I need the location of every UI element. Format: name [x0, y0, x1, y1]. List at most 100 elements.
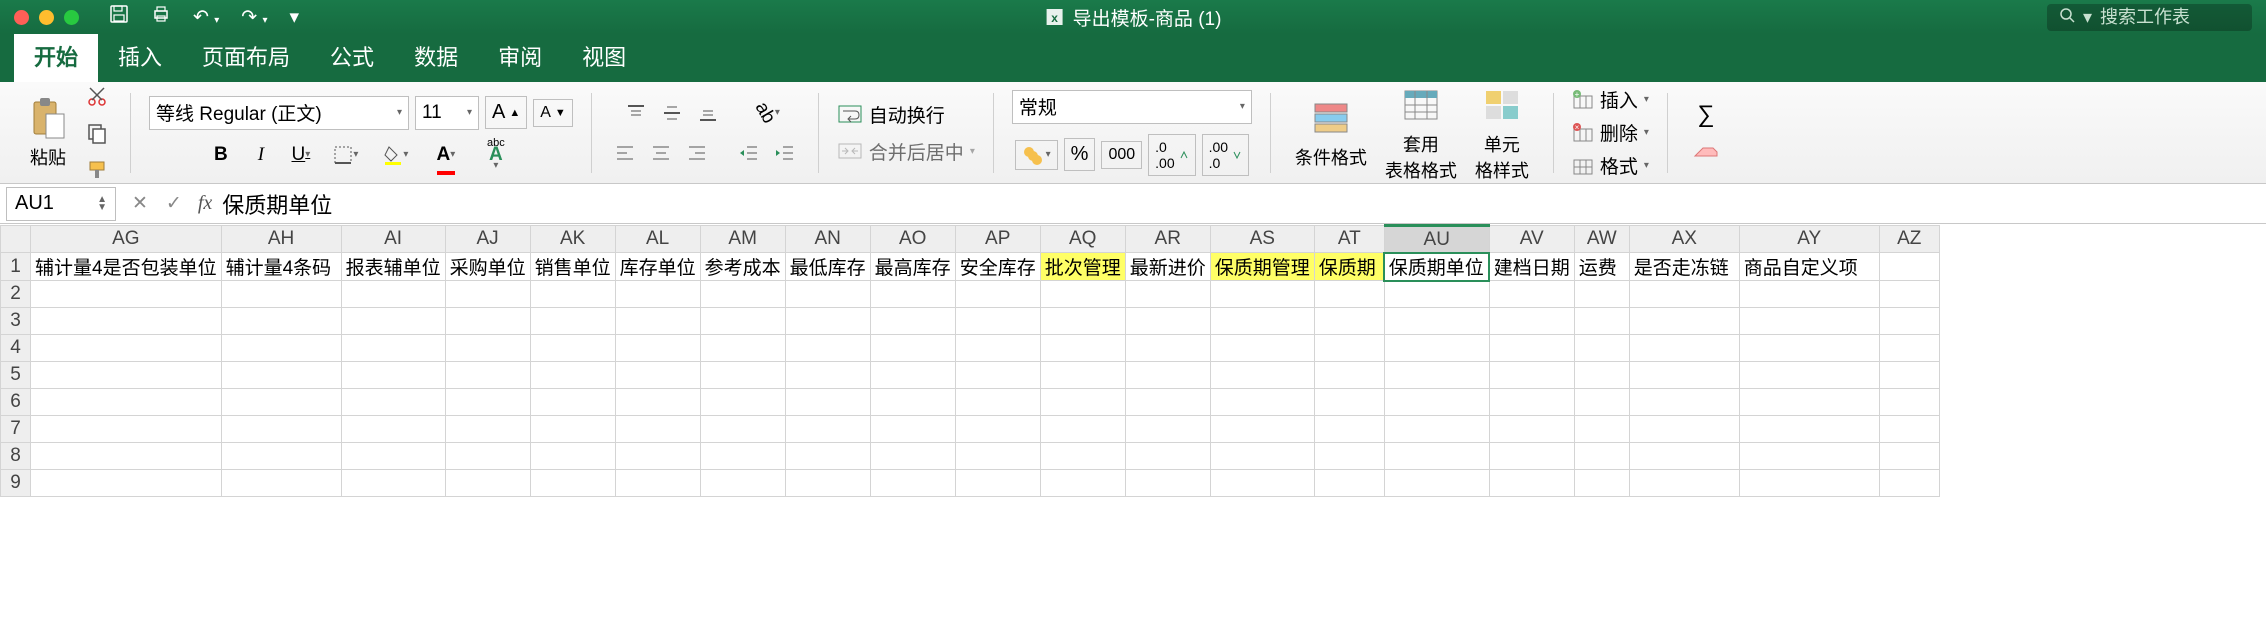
cell-AV7[interactable] [1489, 416, 1574, 443]
cell-AO6[interactable] [870, 389, 955, 416]
cell-AR1[interactable]: 最新进价 [1125, 253, 1210, 281]
close-icon[interactable] [14, 10, 29, 25]
print-icon[interactable] [151, 4, 171, 30]
autosum-button[interactable]: ∑ [1686, 100, 1726, 130]
cell-AK2[interactable] [530, 281, 615, 308]
cell-AJ6[interactable] [445, 389, 530, 416]
cell-AQ6[interactable] [1040, 389, 1125, 416]
cell-AW9[interactable] [1574, 470, 1629, 497]
cell-AN1[interactable]: 最低库存 [785, 253, 870, 281]
italic-button[interactable]: I [244, 140, 278, 170]
column-header-AQ[interactable]: AQ [1040, 226, 1125, 253]
cell-AH7[interactable] [221, 416, 341, 443]
cell-AN6[interactable] [785, 389, 870, 416]
cell-AK5[interactable] [530, 362, 615, 389]
increase-decimal-button[interactable]: .0.00 [1148, 134, 1195, 176]
cell-AG2[interactable] [31, 281, 222, 308]
cell-AI7[interactable] [341, 416, 445, 443]
fx-icon[interactable]: fx [198, 192, 212, 215]
row-header-6[interactable]: 6 [1, 389, 31, 416]
cell-AG1[interactable]: 辅计量4是否包装单位 [31, 253, 222, 281]
column-header-AU[interactable]: AU [1384, 226, 1489, 253]
cell-AI5[interactable] [341, 362, 445, 389]
redo-icon[interactable]: ↷ ▾ [241, 6, 267, 29]
cell-AX1[interactable]: 是否走冻链 [1629, 253, 1739, 281]
format-as-table-button[interactable]: 套用 表格格式 [1379, 81, 1463, 185]
cell-AY1[interactable]: 商品自定义项 [1739, 253, 1879, 281]
column-header-AZ[interactable]: AZ [1879, 226, 1939, 253]
cell-AN3[interactable] [785, 308, 870, 335]
cell-AG7[interactable] [31, 416, 222, 443]
cell-AY5[interactable] [1739, 362, 1879, 389]
minimize-icon[interactable] [39, 10, 54, 25]
cell-AT3[interactable] [1314, 308, 1384, 335]
cell-AU2[interactable] [1384, 281, 1489, 308]
maximize-icon[interactable] [64, 10, 79, 25]
cell-AW4[interactable] [1574, 335, 1629, 362]
cell-AN2[interactable] [785, 281, 870, 308]
cell-AP5[interactable] [955, 362, 1040, 389]
tab-开始[interactable]: 开始 [14, 30, 98, 82]
cell-AK4[interactable] [530, 335, 615, 362]
increase-font-button[interactable]: A▲ [485, 96, 527, 129]
cell-AM5[interactable] [700, 362, 785, 389]
cell-AN7[interactable] [785, 416, 870, 443]
cell-AU7[interactable] [1384, 416, 1489, 443]
cell-AK7[interactable] [530, 416, 615, 443]
percent-button[interactable]: % [1064, 138, 1096, 171]
cell-AY3[interactable] [1739, 308, 1879, 335]
cell-AP6[interactable] [955, 389, 1040, 416]
cell-AO1[interactable]: 最高库存 [870, 253, 955, 281]
cell-AW8[interactable] [1574, 443, 1629, 470]
name-box[interactable]: AU1 ▲▼ [6, 187, 116, 221]
cell-styles-button[interactable]: 单元 格样式 [1469, 81, 1535, 185]
column-header-AH[interactable]: AH [221, 226, 341, 253]
cell-AP2[interactable] [955, 281, 1040, 308]
underline-button[interactable]: U ▾ [284, 140, 318, 170]
align-bottom-button[interactable] [693, 98, 723, 128]
column-header-AS[interactable]: AS [1210, 226, 1314, 253]
cell-AW1[interactable]: 运费 [1574, 253, 1629, 281]
tab-数据[interactable]: 数据 [394, 30, 478, 82]
cell-AL7[interactable] [615, 416, 700, 443]
cell-AQ4[interactable] [1040, 335, 1125, 362]
column-header-AO[interactable]: AO [870, 226, 955, 253]
undo-icon[interactable]: ↶ ▾ [193, 6, 219, 29]
row-header-7[interactable]: 7 [1, 416, 31, 443]
cell-AR3[interactable] [1125, 308, 1210, 335]
format-cells-button[interactable]: 格式▾ [1572, 152, 1649, 179]
cell-AS5[interactable] [1210, 362, 1314, 389]
tab-视图[interactable]: 视图 [562, 30, 646, 82]
cell-AL5[interactable] [615, 362, 700, 389]
cell-AZ5[interactable] [1879, 362, 1939, 389]
column-header-AR[interactable]: AR [1125, 226, 1210, 253]
paste-button[interactable]: 粘贴 [20, 94, 76, 172]
cell-AS7[interactable] [1210, 416, 1314, 443]
cell-AM3[interactable] [700, 308, 785, 335]
cell-AX6[interactable] [1629, 389, 1739, 416]
cell-AQ2[interactable] [1040, 281, 1125, 308]
cell-AK3[interactable] [530, 308, 615, 335]
column-header-AI[interactable]: AI [341, 226, 445, 253]
cell-AT9[interactable] [1314, 470, 1384, 497]
column-header-AW[interactable]: AW [1574, 226, 1629, 253]
cell-AM6[interactable] [700, 389, 785, 416]
cell-AG3[interactable] [31, 308, 222, 335]
cell-AV8[interactable] [1489, 443, 1574, 470]
row-header-5[interactable]: 5 [1, 362, 31, 389]
cell-AU4[interactable] [1384, 335, 1489, 362]
cell-AL2[interactable] [615, 281, 700, 308]
column-header-AM[interactable]: AM [700, 226, 785, 253]
cell-AL4[interactable] [615, 335, 700, 362]
cell-AG6[interactable] [31, 389, 222, 416]
delete-cells-button[interactable]: ×删除▾ [1572, 119, 1649, 146]
clear-button[interactable] [1691, 136, 1721, 166]
copy-icon[interactable] [82, 118, 112, 148]
currency-button[interactable]: ▾ [1015, 140, 1058, 170]
cell-AS1[interactable]: 保质期管理 [1210, 253, 1314, 281]
align-right-button[interactable] [682, 138, 712, 168]
row-header-4[interactable]: 4 [1, 335, 31, 362]
cell-AV2[interactable] [1489, 281, 1574, 308]
cell-AY8[interactable] [1739, 443, 1879, 470]
cell-AW2[interactable] [1574, 281, 1629, 308]
